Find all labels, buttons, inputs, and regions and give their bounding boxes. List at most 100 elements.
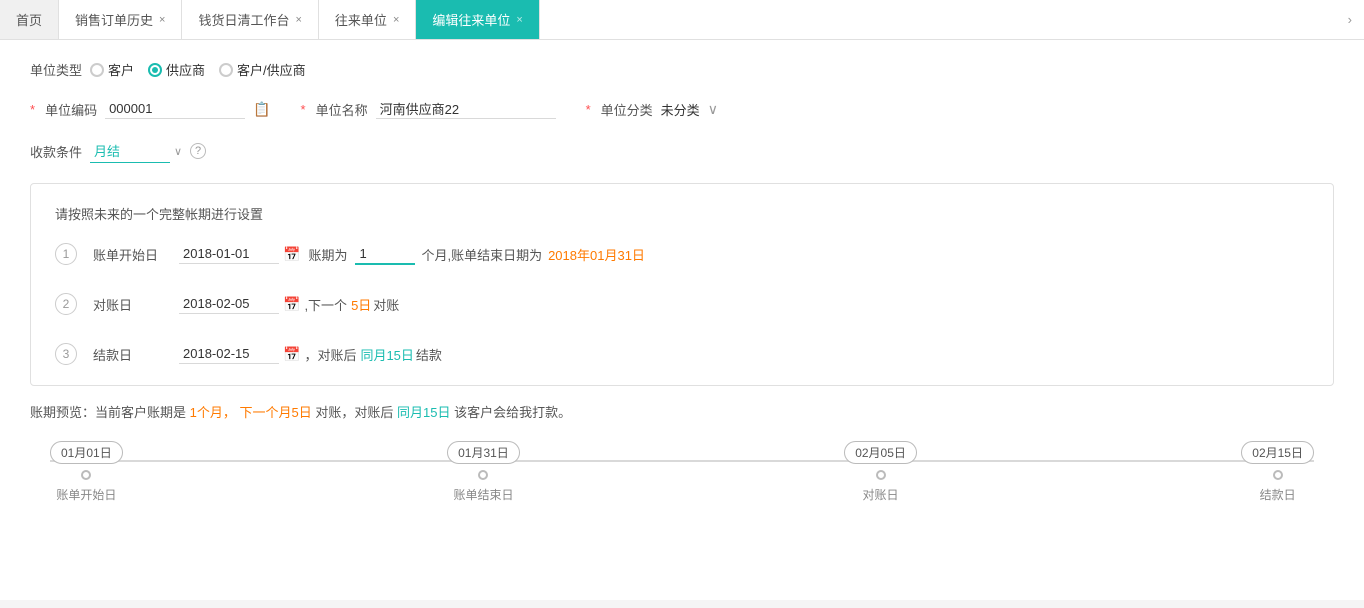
- preview-payment-date: 同月15日: [397, 405, 450, 420]
- period-input[interactable]: [355, 244, 415, 265]
- radio-both-circle: [219, 63, 233, 77]
- timeline-points: 01月01日 账单开始日 01月31日 账单结束日 02月05日 对账日 02月…: [50, 441, 1314, 503]
- timeline-badge-1: 01月01日: [50, 441, 123, 464]
- unit-name-star: *: [301, 102, 306, 117]
- payment-group: 收款条件 月结 ∨ ?: [30, 139, 206, 163]
- tab-home-label: 首页: [16, 10, 42, 29]
- radio-supplier[interactable]: 供应商: [148, 60, 205, 79]
- step-label-3: 结款日: [93, 345, 163, 364]
- timeline-label-2: 账单结束日: [453, 486, 513, 503]
- step-row-1: 1 账单开始日 📅 账期为 个月,账单结束日期为 2018年01月31日: [55, 243, 1309, 265]
- radio-customer-circle: [90, 63, 104, 77]
- radio-supplier-label: 供应商: [166, 60, 205, 79]
- tab-sales-history[interactable]: 销售订单历史 ×: [59, 0, 182, 39]
- step1-suffix-before: 账期为: [308, 245, 347, 264]
- unit-type-group: 单位类型 客户 供应商 客户/供应商: [30, 60, 306, 79]
- step3-suffix: 结款: [416, 345, 442, 364]
- payment-value: 月结: [90, 139, 170, 163]
- timeline-dot-1: [81, 470, 91, 480]
- tab-sales-label: 销售订单历史: [75, 10, 153, 29]
- timeline-label-4: 结款日: [1260, 486, 1296, 503]
- unit-class-arrow-icon[interactable]: ∨: [708, 101, 718, 118]
- unit-info-row: * 单位编码 📋 * 单位名称 * 单位分类 未分类 ∨: [30, 99, 1334, 119]
- tab-bar: 首页 销售订单历史 × 钱货日清工作台 × 往来单位 × 编辑往来单位 × ›: [0, 0, 1364, 40]
- preview-reconcile-date: 下一个月5日: [240, 405, 312, 420]
- unit-class-value: 未分类: [661, 100, 700, 119]
- unit-code-star: *: [30, 102, 35, 117]
- step3-prefix: ，对账后: [304, 345, 356, 364]
- panel-box: 请按照未来的一个完整帐期进行设置 1 账单开始日 📅 账期为 个月,账单结束日期…: [30, 183, 1334, 386]
- timeline-dot-2: [478, 470, 488, 480]
- timeline: 01月01日 账单开始日 01月31日 账单结束日 02月05日 对账日 02月…: [30, 441, 1334, 503]
- tab-edit-partner[interactable]: 编辑往来单位 ×: [416, 0, 539, 39]
- step-row-2: 2 对账日 📅 ,下一个 5日 对账: [55, 293, 1309, 315]
- payment-dropdown[interactable]: 月结 ∨: [90, 139, 182, 163]
- unit-type-label: 单位类型: [30, 60, 82, 79]
- tab-cash-daily[interactable]: 钱货日清工作台 ×: [182, 0, 318, 39]
- step-label-1: 账单开始日: [93, 245, 163, 264]
- timeline-point-1: 01月01日 账单开始日: [50, 441, 123, 503]
- timeline-label-1: 账单开始日: [56, 486, 116, 503]
- unit-code-group: * 单位编码 📋: [30, 99, 271, 119]
- step3-cal-icon[interactable]: 📅: [283, 346, 300, 363]
- unit-name-input[interactable]: [376, 99, 556, 119]
- timeline-badge-4: 02月15日: [1241, 441, 1314, 464]
- tab-cash-close[interactable]: ×: [295, 14, 301, 26]
- chevron-right-icon: ›: [1348, 12, 1352, 27]
- tab-more-button[interactable]: ›: [1336, 0, 1364, 39]
- step2-prefix: ,下一个: [304, 295, 347, 314]
- tab-sales-close[interactable]: ×: [159, 14, 165, 26]
- step1-date-input[interactable]: [179, 244, 279, 264]
- timeline-dot-3: [876, 470, 886, 480]
- radio-customer[interactable]: 客户: [90, 60, 134, 79]
- radio-both[interactable]: 客户/供应商: [219, 60, 306, 79]
- step-number-3: 3: [55, 343, 77, 365]
- radio-customer-label: 客户: [108, 60, 134, 79]
- unit-class-label: 单位分类: [601, 100, 653, 119]
- unit-code-input[interactable]: [105, 99, 245, 119]
- unit-class-star: *: [586, 102, 591, 117]
- preview-period: 1个月，: [190, 405, 236, 420]
- step2-suffix: 对账: [373, 295, 399, 314]
- step3-date-input[interactable]: [179, 344, 279, 364]
- timeline-point-4: 02月15日 结款日: [1241, 441, 1314, 503]
- help-icon[interactable]: ?: [190, 143, 206, 159]
- main-content: 单位类型 客户 供应商 客户/供应商 * 单位编码: [0, 40, 1364, 600]
- timeline-dot-4: [1273, 470, 1283, 480]
- unit-name-group: * 单位名称: [301, 99, 556, 119]
- tab-cash-label: 钱货日清工作台: [198, 10, 289, 29]
- step1-date-group: 📅: [179, 244, 300, 264]
- preview-end-text: 该客户会给我打款。: [454, 405, 571, 420]
- timeline-badge-3: 02月05日: [844, 441, 917, 464]
- payment-label: 收款条件: [30, 142, 82, 161]
- step2-cal-icon[interactable]: 📅: [283, 296, 300, 313]
- step2-highlight: 5日: [351, 295, 371, 314]
- timeline-point-2: 01月31日 账单结束日: [447, 441, 520, 503]
- unit-name-label: 单位名称: [316, 100, 368, 119]
- step-label-2: 对账日: [93, 295, 163, 314]
- timeline-label-3: 对账日: [863, 486, 899, 503]
- copy-icon[interactable]: 📋: [253, 101, 270, 118]
- step-number-2: 2: [55, 293, 77, 315]
- unit-class-dropdown[interactable]: 未分类 ∨: [661, 100, 718, 119]
- preview-section: 账期预览：当前客户账期是 1个月， 下一个月5日 对账，对账后 同月15日 该客…: [30, 402, 1334, 421]
- step-row-3: 3 结款日 📅 ，对账后 同月15日 结款: [55, 343, 1309, 365]
- step2-date-input[interactable]: [179, 294, 279, 314]
- unit-class-group: * 单位分类 未分类 ∨: [586, 100, 718, 119]
- panel-title: 请按照未来的一个完整帐期进行设置: [55, 204, 1309, 223]
- tab-home[interactable]: 首页: [0, 0, 59, 39]
- tab-partner[interactable]: 往来单位 ×: [319, 0, 416, 39]
- payment-arrow-icon[interactable]: ∨: [174, 145, 182, 158]
- tab-edit-partner-label: 编辑往来单位: [432, 10, 510, 29]
- step1-cal-icon[interactable]: 📅: [283, 246, 300, 263]
- tab-partner-close[interactable]: ×: [393, 14, 399, 26]
- preview-label: 账期预览：当前客户账期是: [30, 405, 186, 420]
- tab-edit-partner-close[interactable]: ×: [516, 14, 522, 26]
- unit-type-row: 单位类型 客户 供应商 客户/供应商: [30, 60, 1334, 79]
- step1-suffix-after: 个月,账单结束日期为: [421, 245, 542, 264]
- step3-date-group: 📅: [179, 344, 300, 364]
- timeline-badge-2: 01月31日: [447, 441, 520, 464]
- radio-both-label: 客户/供应商: [237, 60, 306, 79]
- step1-highlight: 2018年01月31日: [548, 245, 645, 264]
- payment-row: 收款条件 月结 ∨ ?: [30, 139, 1334, 163]
